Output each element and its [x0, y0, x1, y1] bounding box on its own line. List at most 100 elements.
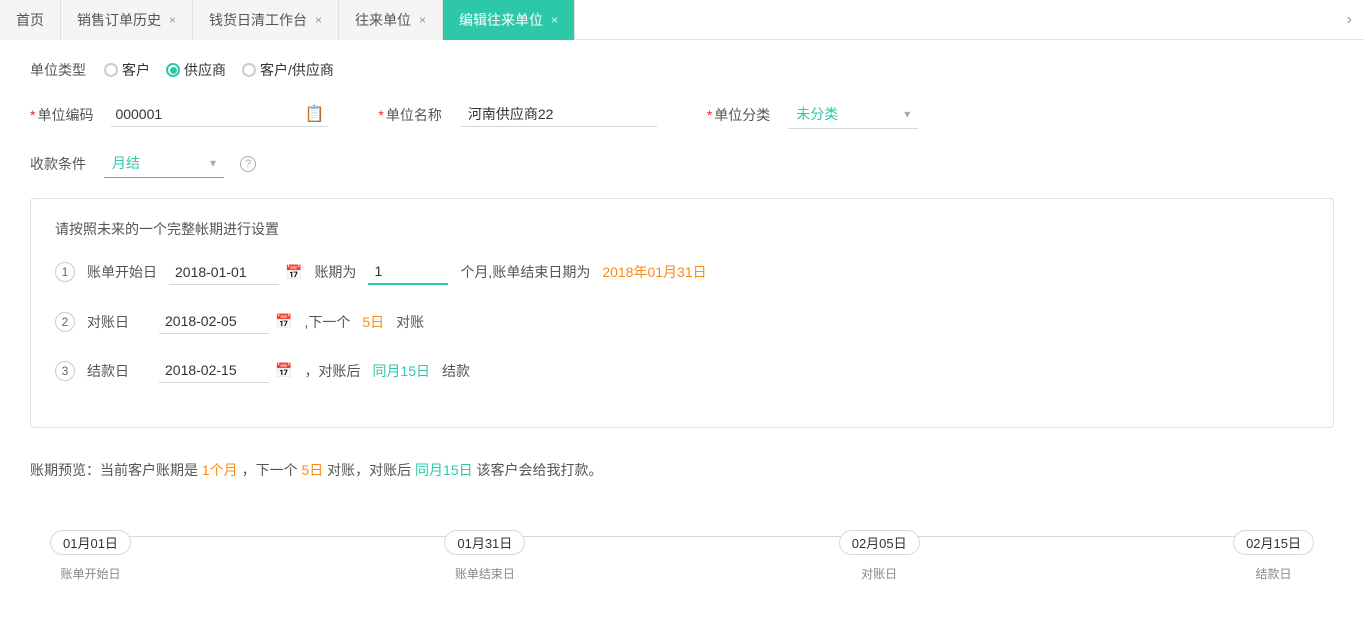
payment-date-input-wrapper: 📅: [159, 358, 292, 383]
tabs-scroll-arrow[interactable]: ›: [1335, 11, 1364, 29]
unit-code-input-wrapper: 📋: [111, 102, 328, 127]
tab-sales-history-label: 销售订单历史: [77, 10, 161, 30]
start-date-input[interactable]: [169, 260, 279, 285]
radio-supplier-label: 供应商: [184, 60, 226, 80]
preview-day: 5日: [301, 462, 323, 478]
row-number-2: 2: [55, 312, 75, 332]
radio-supplier[interactable]: 供应商: [166, 60, 226, 80]
tab-edit-partner-label: 编辑往来单位: [459, 10, 543, 30]
reconcile-date-input[interactable]: [159, 309, 269, 334]
timeline-desc-2: 对账日: [861, 565, 897, 582]
tab-sales-history[interactable]: 销售订单历史 ×: [61, 0, 193, 40]
tab-sales-history-close[interactable]: ×: [169, 13, 176, 27]
preview-label: 账期预览：当前客户账期是: [30, 462, 198, 478]
help-icon[interactable]: ?: [240, 156, 256, 172]
section-title: 请按照未来的一个完整帐期进行设置: [55, 219, 1309, 239]
timeline-desc-0: 账单开始日: [60, 565, 120, 582]
month-input[interactable]: [368, 259, 448, 285]
payment-condition-row: 收款条件 月结 ▾ ?: [30, 149, 1334, 178]
radio-customer-circle: [104, 63, 118, 77]
payment-desc-post: 结款: [442, 361, 470, 381]
reconcile-day-highlight: 5日: [362, 312, 384, 332]
unit-code-label: 单位编码: [30, 105, 93, 125]
timeline-desc-1: 账单结束日: [455, 565, 515, 582]
tab-partner-units-label: 往来单位: [355, 10, 411, 30]
tab-partner-units-close[interactable]: ×: [419, 13, 426, 27]
radio-customer-supplier-label: 客户/供应商: [260, 60, 334, 80]
radio-customer-supplier-circle: [242, 63, 256, 77]
timeline-label-0: 01月01日: [50, 530, 131, 555]
timeline-point-1: 01月31日 账单结束日: [444, 514, 525, 582]
timeline-label-2: 02月05日: [839, 530, 920, 555]
payment-day-highlight: 同月15日: [372, 361, 430, 381]
timeline-dot-1: [480, 514, 490, 524]
unit-classify-select[interactable]: 未分类 ▾: [788, 100, 918, 129]
tab-edit-partner[interactable]: 编辑往来单位 ×: [443, 0, 575, 40]
tab-cash-work-close[interactable]: ×: [315, 13, 322, 27]
payment-condition-value: 月结: [112, 153, 210, 173]
start-date-desc-prefix: 账期为: [314, 262, 356, 282]
start-date-input-wrapper: 📅: [169, 260, 302, 285]
reconcile-desc-post: 对账: [396, 312, 424, 332]
preview-same-month: 同月15日: [415, 462, 473, 478]
timeline-dot-2: [874, 514, 884, 524]
payment-date-input[interactable]: [159, 358, 269, 383]
timeline-point-2: 02月05日 对账日: [839, 514, 920, 582]
radio-group-unit-type: 客户 供应商 客户/供应商: [104, 60, 334, 80]
tab-edit-partner-close[interactable]: ×: [551, 13, 558, 27]
unit-code-input[interactable]: [111, 102, 300, 126]
unit-classify-label: 单位分类: [707, 105, 770, 125]
reconcile-date-input-wrapper: 📅: [159, 309, 292, 334]
unit-type-label: 单位类型: [30, 60, 86, 80]
payment-condition-select[interactable]: 月结 ▾: [104, 149, 224, 178]
radio-supplier-circle: [166, 63, 180, 77]
tabs-bar: 首页 销售订单历史 × 钱货日清工作台 × 往来单位 × 编辑往来单位 × ›: [0, 0, 1364, 40]
start-date-desc-suffix: 个月,账单结束日期为: [460, 262, 590, 282]
preview-text: 账期预览：当前客户账期是 1个月 ，下一个 5日 对账，对账后 同月15日 该客…: [30, 460, 1334, 480]
tab-partner-units[interactable]: 往来单位 ×: [339, 0, 443, 40]
unit-name-input[interactable]: [460, 102, 657, 127]
radio-customer[interactable]: 客户: [104, 60, 150, 80]
timeline-points: 01月01日 账单开始日 01月31日 账单结束日 02月05日 对账日 02月…: [50, 514, 1314, 582]
payment-condition-arrow: ▾: [210, 156, 216, 170]
row-payment-date: 3 结款日 📅 ，对账后 同月15日 结款: [55, 358, 1309, 383]
unit-info-row: 单位编码 📋 单位名称 单位分类 未分类 ▾: [30, 100, 1334, 129]
unit-type-row: 单位类型 客户 供应商 客户/供应商: [30, 60, 1334, 80]
payment-condition-label: 收款条件: [30, 154, 86, 174]
unit-name-label: 单位名称: [378, 105, 441, 125]
main-content: 单位类型 客户 供应商 客户/供应商 单位编码 📋 单位名称 单位分类: [0, 40, 1364, 642]
preview-text2: ，下一个: [242, 462, 298, 478]
timeline-dot-3: [1269, 514, 1279, 524]
radio-customer-supplier[interactable]: 客户/供应商: [242, 60, 334, 80]
end-date-highlight: 2018年01月31日: [602, 262, 706, 282]
row-number-1: 1: [55, 262, 75, 282]
tab-cash-work[interactable]: 钱货日清工作台 ×: [193, 0, 339, 40]
row-start-date: 1 账单开始日 📅 账期为 个月,账单结束日期为 2018年01月31日: [55, 259, 1309, 285]
period-settings-card: 请按照未来的一个完整帐期进行设置 1 账单开始日 📅 账期为 个月,账单结束日期…: [30, 198, 1334, 428]
copy-icon[interactable]: 📋: [300, 104, 328, 124]
timeline-point-3: 02月15日 结款日: [1233, 514, 1314, 582]
label-start-date: 账单开始日: [87, 262, 157, 282]
timeline-label-1: 01月31日: [444, 530, 525, 555]
label-payment-date: 结款日: [87, 361, 147, 381]
timeline-label-3: 02月15日: [1233, 530, 1314, 555]
unit-classify-arrow: ▾: [904, 107, 910, 121]
preview-text3: 对账，对账后: [327, 462, 411, 478]
timeline-dot-0: [85, 514, 95, 524]
reconcile-desc-pre: ,下一个: [304, 312, 350, 332]
label-reconcile-date: 对账日: [87, 312, 147, 332]
payment-desc-pre: ，对账后: [304, 361, 360, 381]
tab-home-label: 首页: [16, 10, 44, 30]
preview-section: 账期预览：当前客户账期是 1个月 ，下一个 5日 对账，对账后 同月15日 该客…: [30, 444, 1334, 622]
timeline: 01月01日 账单开始日 01月31日 账单结束日 02月05日 对账日 02月…: [30, 504, 1334, 622]
timeline-desc-3: 结款日: [1256, 565, 1292, 582]
preview-months: 1个月: [202, 462, 238, 478]
row-number-3: 3: [55, 361, 75, 381]
preview-text4: 该客户会给我打款。: [477, 462, 603, 478]
tab-cash-work-label: 钱货日清工作台: [209, 10, 307, 30]
radio-customer-label: 客户: [122, 60, 150, 80]
reconcile-date-calendar-icon[interactable]: 📅: [275, 313, 292, 330]
payment-date-calendar-icon[interactable]: 📅: [275, 362, 292, 379]
start-date-calendar-icon[interactable]: 📅: [285, 264, 302, 281]
tab-home[interactable]: 首页: [0, 0, 61, 40]
